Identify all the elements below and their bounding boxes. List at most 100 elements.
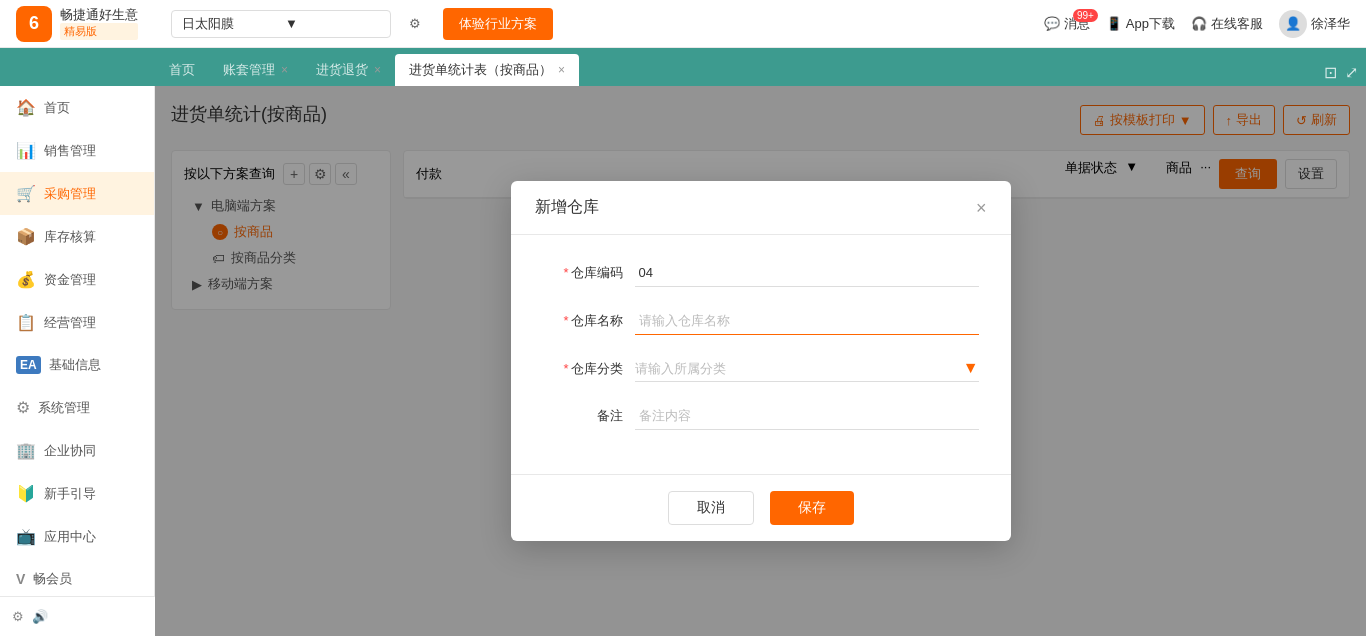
newbie-icon: 🔰 xyxy=(16,484,36,503)
tab-accounts-close-icon[interactable]: × xyxy=(281,63,288,77)
warehouse-category-select[interactable]: ▼ xyxy=(635,355,979,382)
tab-purchase-stats[interactable]: 进货单统计表（按商品） × xyxy=(395,54,579,86)
logo-sub: 精易版 xyxy=(60,23,138,40)
logo-icon: 6 xyxy=(16,6,52,42)
sales-icon: 📊 xyxy=(16,141,36,160)
warehouse-name-label: 仓库名称 xyxy=(543,312,623,330)
sidebar-bottom-bar: ⚙ 🔊 xyxy=(0,596,155,636)
search-box[interactable]: 日太阳膜 ▼ xyxy=(171,10,391,38)
tab-accounts[interactable]: 账套管理 × xyxy=(209,54,302,86)
search-dropdown-icon[interactable]: ▼ xyxy=(285,16,380,31)
sidebar-item-vip[interactable]: V 畅会员 xyxy=(0,558,154,600)
apps-icon: 📺 xyxy=(16,527,36,546)
page-content: 进货单统计(按商品) 🖨 按模板打印 ▼ ↑ 导出 ↺ 刷新 xyxy=(155,86,1366,636)
logo-title: 畅捷通好生意 xyxy=(60,7,138,24)
category-dropdown-icon: ▼ xyxy=(963,359,979,377)
settings-bottom-icon[interactable]: ⚙ xyxy=(12,609,24,624)
experience-button[interactable]: 体验行业方案 xyxy=(443,8,553,40)
finance-icon: 💰 xyxy=(16,270,36,289)
form-row-remark: 备注 xyxy=(543,402,979,430)
modal-header: 新增仓库 × xyxy=(511,181,1011,235)
sidebar-item-operation[interactable]: 📋 经营管理 xyxy=(0,301,154,344)
online-service-label: 在线客服 xyxy=(1211,15,1263,33)
vip-icon: V xyxy=(16,571,25,587)
top-header: 6 畅捷通好生意 精易版 日太阳膜 ▼ ⚙ 体验行业方案 💬 消息 99+ 📱 … xyxy=(0,0,1366,48)
app-download-label: App下载 xyxy=(1126,15,1175,33)
speaker-icon[interactable]: 🔊 xyxy=(32,609,48,624)
sidebar-item-apps[interactable]: 📺 应用中心 xyxy=(0,515,154,558)
warehouse-code-input[interactable] xyxy=(635,259,979,287)
header-right: 💬 消息 99+ 📱 App下载 🎧 在线客服 👤 徐泽华 xyxy=(1044,10,1350,38)
sidebar-item-finance[interactable]: 💰 资金管理 xyxy=(0,258,154,301)
save-button[interactable]: 保存 xyxy=(770,491,854,525)
sidebar-item-sales[interactable]: 📊 销售管理 xyxy=(0,129,154,172)
tab-purchase-return-close-icon[interactable]: × xyxy=(374,63,381,77)
tab-purchase-return[interactable]: 进货退货 × xyxy=(302,54,395,86)
sidebar-item-basic[interactable]: EA 基础信息 xyxy=(0,344,154,386)
sidebar-item-home[interactable]: 🏠 首页 xyxy=(0,86,154,129)
sidebar-item-inventory[interactable]: 📦 库存核算 xyxy=(0,215,154,258)
sidebar-item-system[interactable]: ⚙ 系统管理 xyxy=(0,386,154,429)
tab-accounts-label: 账套管理 xyxy=(223,61,275,79)
basic-icon: EA xyxy=(16,356,41,374)
tab-purchase-stats-label: 进货单统计表（按商品） xyxy=(409,61,552,79)
sidebar-inventory-label: 库存核算 xyxy=(44,228,96,246)
search-value: 日太阳膜 xyxy=(182,15,277,33)
modal-title: 新增仓库 xyxy=(535,197,599,218)
system-icon: ⚙ xyxy=(16,398,30,417)
inventory-icon: 📦 xyxy=(16,227,36,246)
sidebar-apps-label: 应用中心 xyxy=(44,528,96,546)
form-row-code: 仓库编码 xyxy=(543,259,979,287)
sidebar-item-enterprise[interactable]: 🏢 企业协同 xyxy=(0,429,154,472)
remark-label: 备注 xyxy=(543,407,623,425)
sidebar: 🏠 首页 📊 销售管理 🛒 采购管理 📦 库存核算 💰 资金管理 📋 经营管理 … xyxy=(0,86,155,636)
sidebar-item-newbie[interactable]: 🔰 新手引导 xyxy=(0,472,154,515)
logo-area: 6 畅捷通好生意 精易版 xyxy=(16,6,171,42)
mobile-icon: 📱 xyxy=(1106,16,1122,31)
warehouse-name-input[interactable] xyxy=(635,307,979,335)
modal-body: 仓库编码 仓库名称 仓库分类 ▼ xyxy=(511,235,1011,474)
modal-close-icon[interactable]: × xyxy=(976,199,987,217)
sidebar-purchase-label: 采购管理 xyxy=(44,185,96,203)
sidebar-sales-label: 销售管理 xyxy=(44,142,96,160)
tab-bar-actions: ⊡ ⤢ xyxy=(1324,63,1366,86)
app-download-item[interactable]: 📱 App下载 xyxy=(1106,15,1175,33)
tab-purchase-stats-close-icon[interactable]: × xyxy=(558,63,565,77)
message-item[interactable]: 💬 消息 99+ xyxy=(1044,15,1090,33)
warehouse-category-input[interactable] xyxy=(635,361,963,376)
modal-footer: 取消 保存 xyxy=(511,474,1011,541)
modal-overlay: 新增仓库 × 仓库编码 仓库名称 仓库分类 xyxy=(155,86,1366,636)
modal-new-warehouse: 新增仓库 × 仓库编码 仓库名称 仓库分类 xyxy=(511,181,1011,541)
gear-icon[interactable]: ⚙ xyxy=(399,8,431,40)
main-layout: 🏠 首页 📊 销售管理 🛒 采购管理 📦 库存核算 💰 资金管理 📋 经营管理 … xyxy=(0,86,1366,636)
header-search: 日太阳膜 ▼ ⚙ 体验行业方案 xyxy=(171,8,1044,40)
user-item[interactable]: 👤 徐泽华 xyxy=(1279,10,1350,38)
tab-window-icon[interactable]: ⊡ xyxy=(1324,63,1337,82)
tab-bar: 首页 账套管理 × 进货退货 × 进货单统计表（按商品） × ⊡ ⤢ xyxy=(0,48,1366,86)
username: 徐泽华 xyxy=(1311,15,1350,33)
warehouse-code-label: 仓库编码 xyxy=(543,264,623,282)
operation-icon: 📋 xyxy=(16,313,36,332)
sidebar-system-label: 系统管理 xyxy=(38,399,90,417)
headphone-icon: 🎧 xyxy=(1191,16,1207,31)
sidebar-vip-label: 畅会员 xyxy=(33,570,72,588)
cancel-button[interactable]: 取消 xyxy=(668,491,754,525)
message-badge: 99+ xyxy=(1073,9,1098,22)
form-row-name: 仓库名称 xyxy=(543,307,979,335)
tab-expand-icon[interactable]: ⤢ xyxy=(1345,63,1358,82)
sidebar-item-purchase[interactable]: 🛒 采购管理 xyxy=(0,172,154,215)
logo-text-area: 畅捷通好生意 精易版 xyxy=(60,7,138,41)
sidebar-finance-label: 资金管理 xyxy=(44,271,96,289)
online-service-item[interactable]: 🎧 在线客服 xyxy=(1191,15,1263,33)
tab-home-label: 首页 xyxy=(169,61,195,79)
warehouse-category-label: 仓库分类 xyxy=(543,360,623,378)
sidebar-enterprise-label: 企业协同 xyxy=(44,442,96,460)
sidebar-newbie-label: 新手引导 xyxy=(44,485,96,503)
remark-input[interactable] xyxy=(635,402,979,430)
avatar: 👤 xyxy=(1279,10,1307,38)
form-row-category: 仓库分类 ▼ xyxy=(543,355,979,382)
sidebar-home-label: 首页 xyxy=(44,99,70,117)
tab-purchase-return-label: 进货退货 xyxy=(316,61,368,79)
tab-home[interactable]: 首页 xyxy=(155,54,209,86)
sidebar-basic-label: 基础信息 xyxy=(49,356,101,374)
